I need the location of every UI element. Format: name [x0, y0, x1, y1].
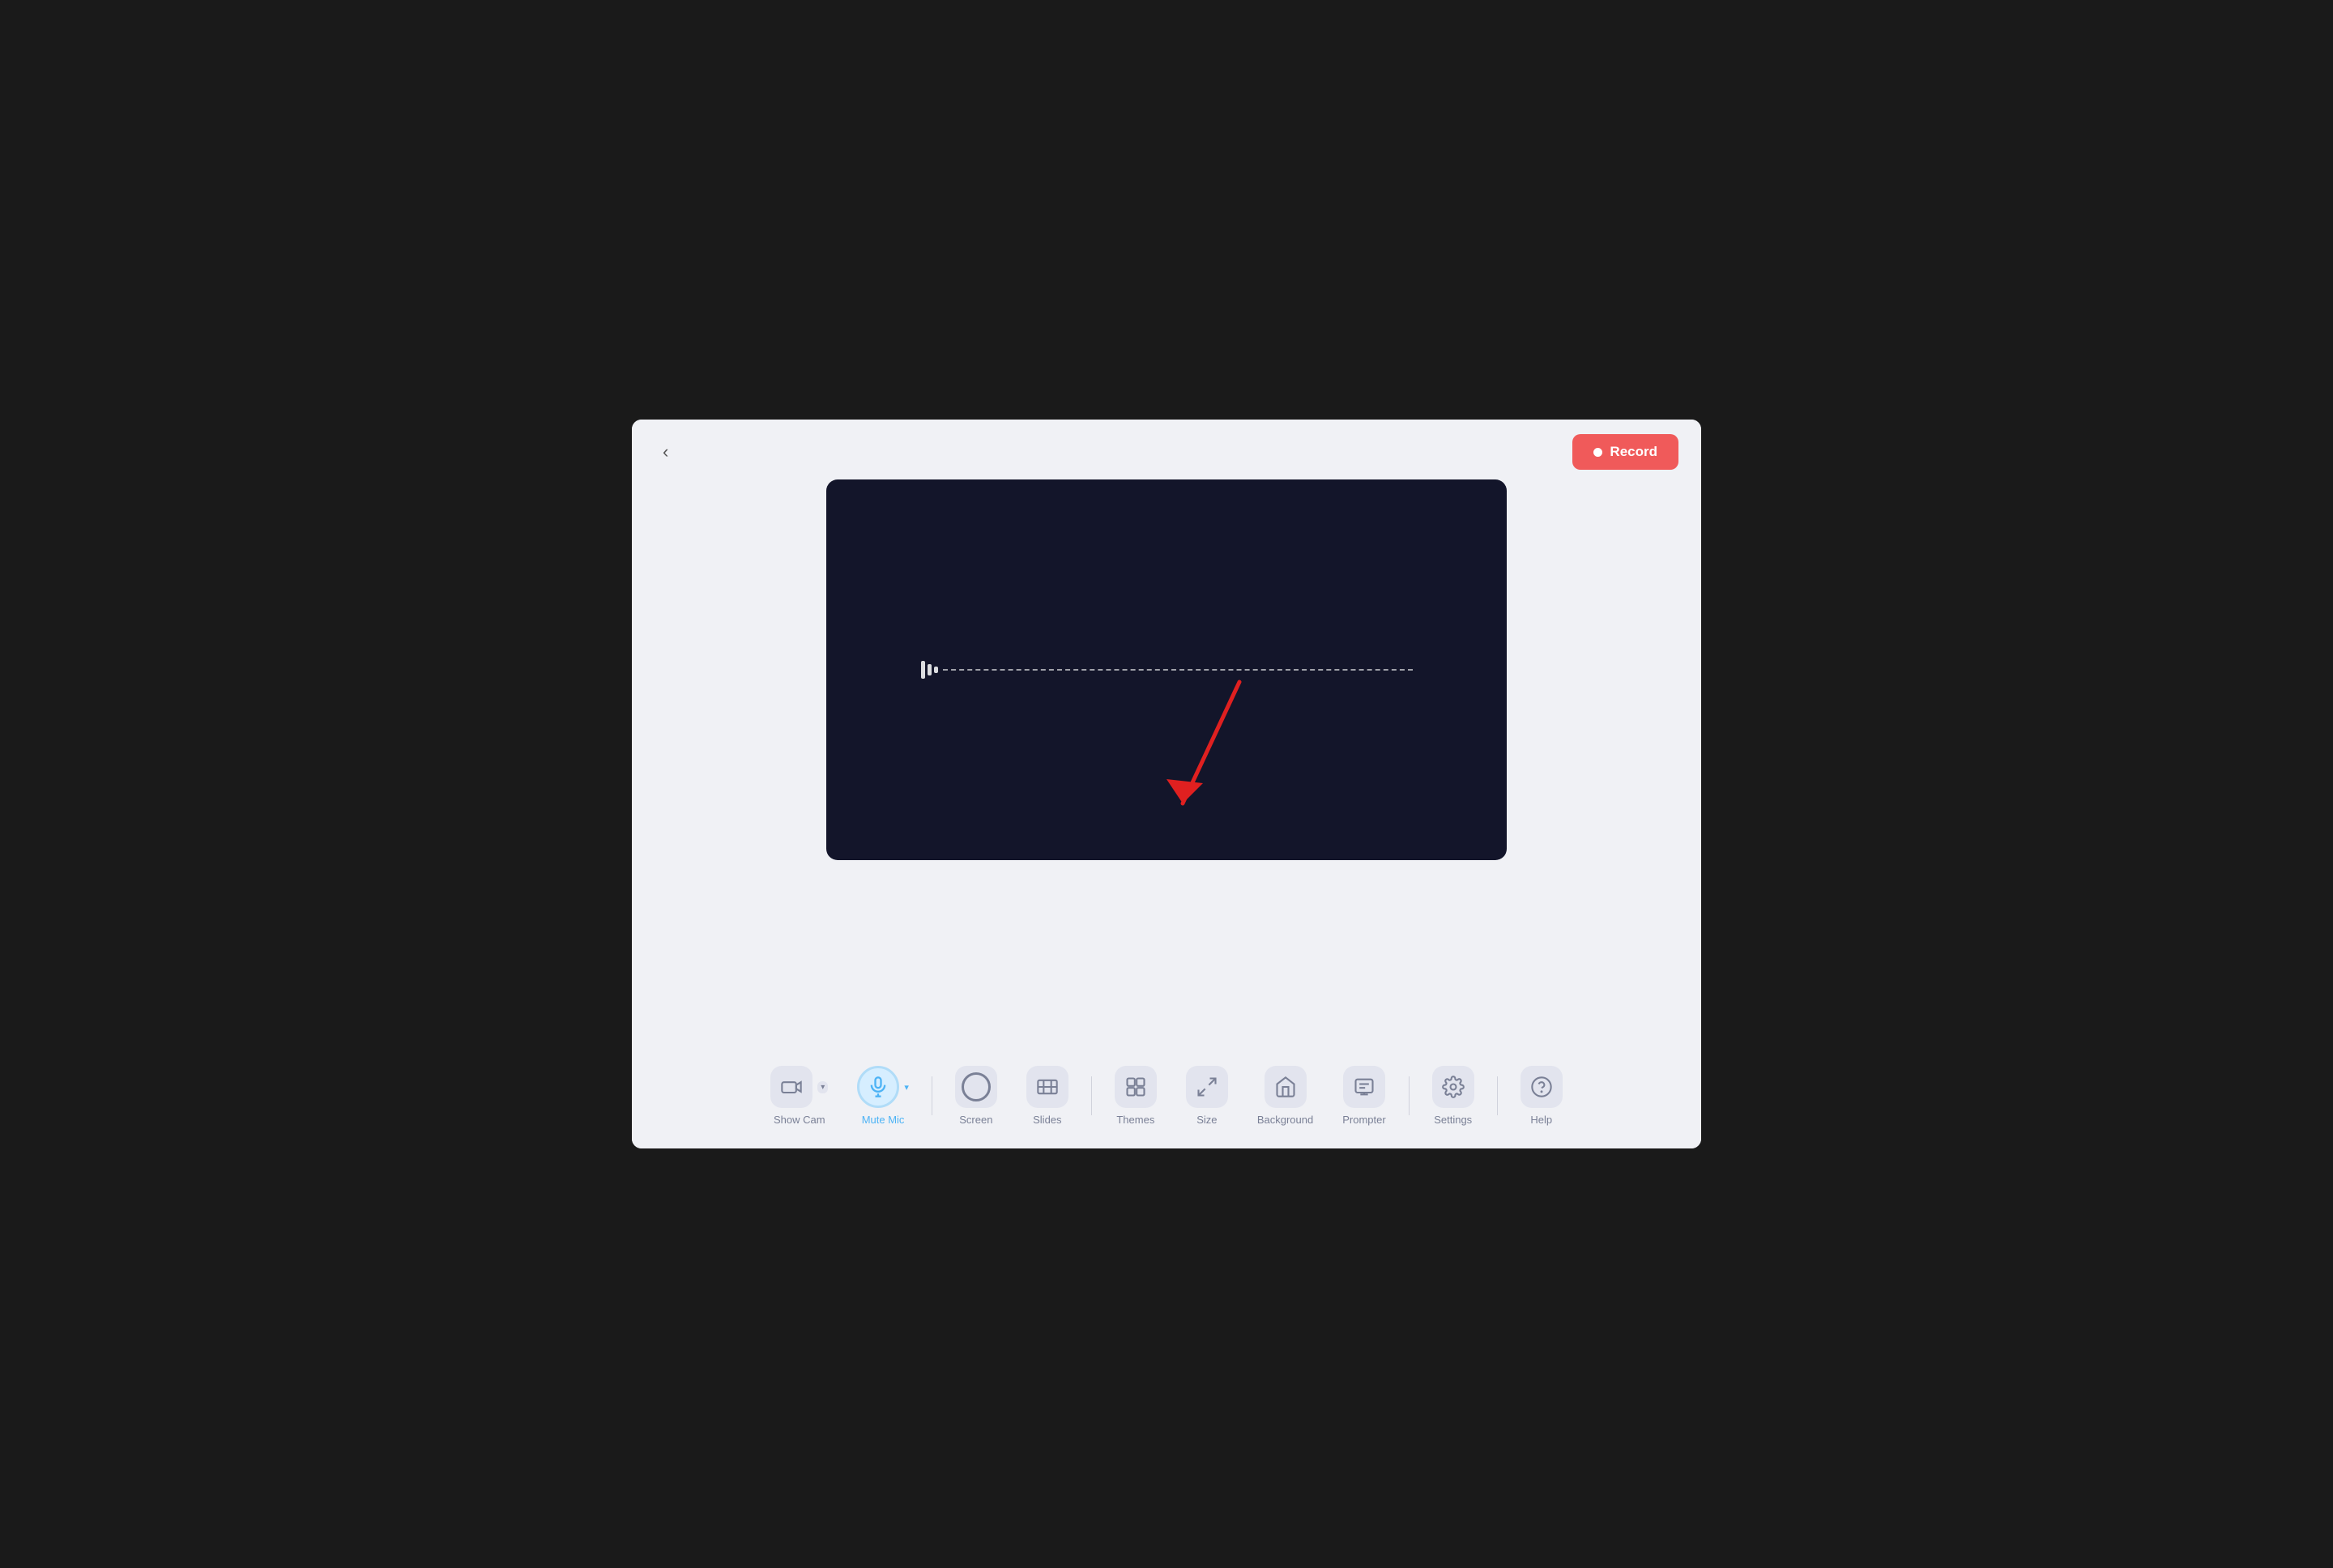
- separator-2: [1091, 1076, 1092, 1115]
- screen-label: Screen: [959, 1114, 992, 1126]
- toolbar-item-mute-mic[interactable]: ▾ Mute Mic: [842, 1061, 923, 1131]
- prompter-label: Prompter: [1342, 1114, 1385, 1126]
- help-label: Help: [1530, 1114, 1552, 1126]
- themes-label: Themes: [1116, 1114, 1154, 1126]
- toolbar-item-help[interactable]: Help: [1506, 1061, 1577, 1131]
- bar-3: [934, 667, 938, 673]
- toolbar-item-slides[interactable]: Slides: [1012, 1061, 1083, 1131]
- themes-icon-wrap: [1115, 1066, 1157, 1108]
- themes-icon: [1124, 1076, 1147, 1098]
- top-bar: ‹ Record: [632, 420, 1701, 479]
- toolbar-item-show-cam[interactable]: ▾ Show Cam: [756, 1061, 842, 1131]
- toolbar-item-settings[interactable]: Settings: [1418, 1061, 1489, 1131]
- audio-visual: [921, 661, 1413, 679]
- help-icon-wrap: [1521, 1066, 1563, 1108]
- arrow-annotation: [1150, 674, 1280, 836]
- settings-icon-wrap: [1432, 1066, 1474, 1108]
- screen-icon-wrap: [955, 1066, 997, 1108]
- preview-area: [632, 479, 1701, 1050]
- back-button[interactable]: ‹: [655, 438, 676, 466]
- record-label: Record: [1610, 444, 1657, 460]
- bar-2: [928, 664, 932, 675]
- separator-3: [1409, 1076, 1410, 1115]
- slides-icon-wrap: [1026, 1066, 1068, 1108]
- camera-icon: [780, 1076, 803, 1098]
- show-cam-chevron-icon[interactable]: ▾: [817, 1081, 828, 1093]
- separator-4: [1497, 1076, 1498, 1115]
- show-cam-icon-wrap: [770, 1066, 812, 1108]
- size-icon-wrap: [1186, 1066, 1228, 1108]
- background-label: Background: [1257, 1114, 1313, 1126]
- record-button[interactable]: Record: [1572, 434, 1678, 470]
- show-cam-label: Show Cam: [774, 1114, 825, 1126]
- size-label: Size: [1196, 1114, 1217, 1126]
- app-window: ‹ Record: [632, 420, 1701, 1148]
- preview-screen: [826, 479, 1507, 860]
- screen-circle-icon: [962, 1072, 991, 1101]
- toolbar-item-themes[interactable]: Themes: [1100, 1061, 1171, 1131]
- prompter-icon-wrap: [1343, 1066, 1385, 1108]
- slides-label: Slides: [1033, 1114, 1061, 1126]
- waveform-bars: [921, 661, 938, 679]
- background-icon-wrap: [1265, 1066, 1307, 1108]
- slides-icon: [1036, 1076, 1059, 1098]
- mic-icon: [867, 1076, 889, 1098]
- toolbar-item-background[interactable]: Background: [1243, 1061, 1328, 1131]
- bar-1: [921, 661, 925, 679]
- background-icon: [1274, 1076, 1297, 1098]
- record-dot-icon: [1593, 448, 1602, 457]
- toolbar: ▾ Show Cam ▾ Mute Mic: [632, 1050, 1701, 1148]
- toolbar-item-size[interactable]: Size: [1171, 1061, 1243, 1131]
- mute-mic-label: Mute Mic: [862, 1114, 905, 1126]
- prompter-icon: [1353, 1076, 1375, 1098]
- gear-icon: [1442, 1076, 1465, 1098]
- mute-mic-icon-wrap: [857, 1066, 899, 1108]
- help-icon: [1530, 1076, 1553, 1098]
- size-icon: [1196, 1076, 1218, 1098]
- toolbar-item-prompter[interactable]: Prompter: [1328, 1061, 1400, 1131]
- dashed-line: [943, 669, 1413, 671]
- settings-label: Settings: [1434, 1114, 1472, 1126]
- toolbar-item-screen[interactable]: Screen: [940, 1061, 1012, 1131]
- mute-mic-chevron-icon[interactable]: ▾: [904, 1082, 909, 1093]
